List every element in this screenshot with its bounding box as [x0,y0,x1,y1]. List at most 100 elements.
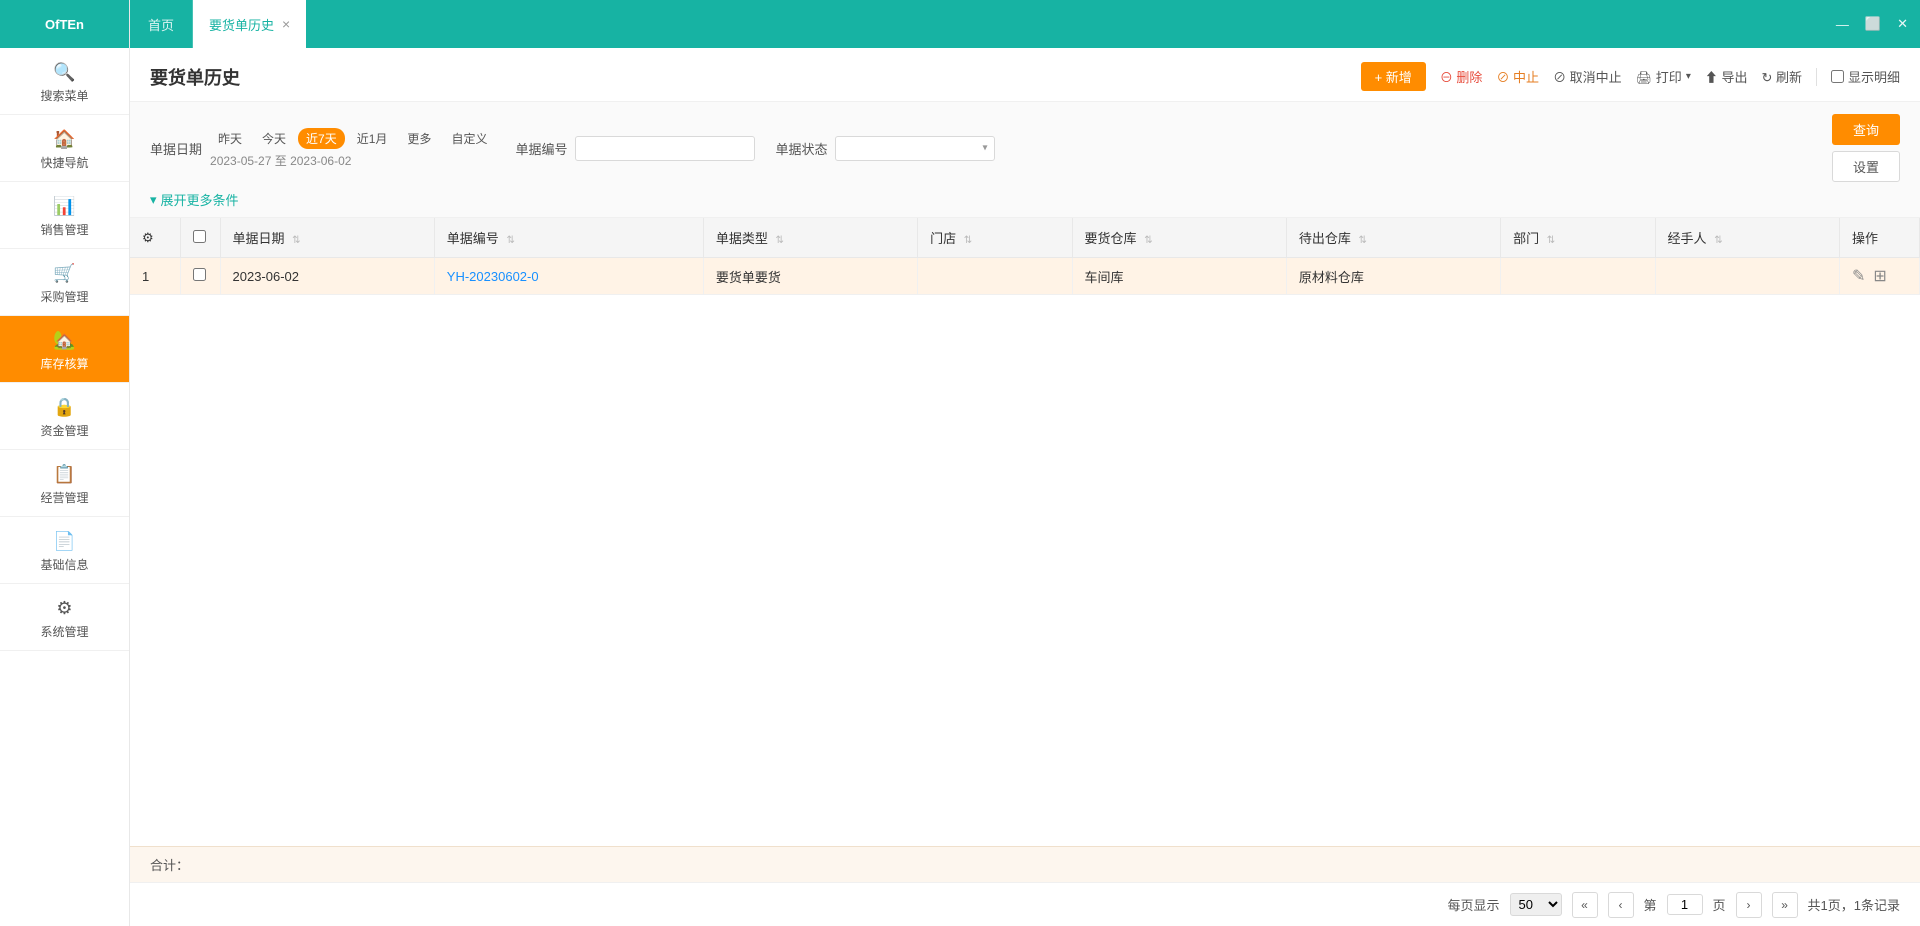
col-doc-type[interactable]: 单据类型 ⇅ [703,218,917,258]
date-filter-label: 单据日期 [150,139,202,158]
col-doc-number[interactable]: 单据编号 ⇅ [434,218,703,258]
cell-req-warehouse: 车间库 [1072,258,1286,295]
sidebar-item-system[interactable]: ⚙ 系统管理 [0,584,129,651]
sidebar-item-operation[interactable]: 📋 经营管理 [0,450,129,517]
close-btn[interactable]: ✕ [1897,16,1908,32]
new-button[interactable]: + 新增 [1361,62,1426,91]
date-range-display: 2023-05-27 至 2023-06-02 [210,152,495,169]
topbar: 首页 要货单历史 × — ⬜ ✕ [130,0,1920,48]
show-detail-toggle[interactable]: 显示明细 [1831,67,1900,86]
clipboard-icon: 📋 [53,464,75,485]
refresh-button[interactable]: ↻ 刷新 [1761,67,1802,86]
edit-action-icon[interactable]: ✎ [1852,266,1865,286]
sidebar-item-finance[interactable]: 🔒 资金管理 [0,383,129,450]
col-handler[interactable]: 经手人 ⇅ [1655,218,1839,258]
table-header-row: ⚙ 单据日期 ⇅ 单据编号 ⇅ [130,218,1920,258]
doc-number-link[interactable]: YH-20230602-0 [447,269,539,284]
sort-pending-warehouse-icon: ⇅ [1358,235,1366,246]
col-department[interactable]: 部门 ⇅ [1501,218,1655,258]
doc-status-label: 单据状态 [775,139,827,158]
per-page-label: 每页显示 [1447,895,1499,914]
tab-close-icon[interactable]: × [282,17,290,31]
filter-row: 单据日期 昨天 今天 近7天 近1月 更多 自定义 2023-05-27 至 2… [150,114,1900,182]
minimize-btn[interactable]: — [1836,17,1849,32]
sidebar-item-basic[interactable]: 📄 基础信息 [0,517,129,584]
date-btn-last7days[interactable]: 近7天 [298,128,345,149]
delete-button[interactable]: ⊖ 删除 [1440,67,1483,86]
cell-checkbox [180,258,220,295]
first-page-btn[interactable]: « [1572,892,1598,918]
cell-actions: ✎ ⊞ [1840,258,1920,295]
doc-icon: 📄 [53,531,75,552]
sort-department-icon: ⇅ [1547,235,1555,246]
doc-status-select[interactable] [835,136,995,161]
sort-doc-number-icon: ⇅ [506,235,514,246]
col-store[interactable]: 门店 ⇅ [918,218,1072,258]
data-table: ⚙ 单据日期 ⇅ 单据编号 ⇅ [130,218,1920,295]
date-filter-group: 单据日期 昨天 今天 近7天 近1月 更多 自定义 2023-05-27 至 2… [150,128,495,169]
expand-more-btn[interactable]: ▾ 展开更多条件 [150,190,1900,209]
cell-doc-number: YH-20230602-0 [434,258,703,295]
sidebar-item-quick-nav[interactable]: 🏠 快捷导航 [0,115,129,182]
page-label-end: 页 [1713,895,1726,914]
total-info: 共1页，1条记录 [1808,895,1900,914]
row-checkbox[interactable] [193,268,206,281]
cell-store [918,258,1072,295]
lock-icon: 🔒 [53,397,75,418]
sidebar: OfTEn 🔍 搜索菜单 🏠 快捷导航 📊 销售管理 🛒 采购管理 🏡 库存核算… [0,0,130,926]
col-doc-date[interactable]: 单据日期 ⇅ [220,218,434,258]
prev-page-btn[interactable]: ‹ [1608,892,1634,918]
per-page-select[interactable]: 10 20 50 100 [1510,893,1562,916]
table-footer: 合计： [130,846,1920,882]
doc-number-input[interactable] [575,136,755,161]
export-button[interactable]: ⬆ 导出 [1705,67,1748,86]
pagination: 每页显示 10 20 50 100 « ‹ 第 页 › » 共1页，1条记录 [130,882,1920,926]
cell-doc-type: 要货单要货 [703,258,917,295]
sidebar-item-purchase[interactable]: 🛒 采购管理 [0,249,129,316]
col-pending-warehouse[interactable]: 待出仓库 ⇅ [1286,218,1500,258]
toolbar-divider [1816,68,1817,86]
last-page-btn[interactable]: » [1772,892,1798,918]
date-btn-group: 昨天 今天 近7天 近1月 更多 自定义 [210,128,495,149]
query-button[interactable]: 查询 [1832,114,1900,145]
main-area: 首页 要货单历史 × — ⬜ ✕ 要货单历史 + 新增 ⊖ 删除 ⊘ 中止 ⊘ … [130,0,1920,926]
chart-icon: 📊 [53,196,75,217]
print-button[interactable]: 🖨 打印 ▾ [1636,67,1691,86]
home-icon: 🏠 [53,129,75,150]
app-logo: OfTEn [0,0,129,48]
house-icon: 🏡 [53,330,75,351]
doc-status-select-wrapper: ▾ [835,136,995,161]
cancel-stop-button[interactable]: ⊘ 取消中止 [1553,67,1622,86]
cell-handler [1655,258,1839,295]
copy-action-icon[interactable]: ⊞ [1873,266,1886,286]
select-all-checkbox[interactable] [193,230,206,243]
setting-button[interactable]: 设置 [1832,151,1900,182]
tab-home[interactable]: 首页 [130,0,193,48]
chevron-down-icon: ▾ [150,192,157,208]
date-btn-custom[interactable]: 自定义 [443,128,495,149]
cell-doc-date: 2023-06-02 [220,258,434,295]
settings-icon[interactable]: ⚙ [142,230,154,245]
date-btn-more[interactable]: 更多 [399,128,439,149]
col-req-warehouse[interactable]: 要货仓库 ⇅ [1072,218,1286,258]
show-detail-checkbox[interactable] [1831,70,1844,83]
col-checkbox [180,218,220,258]
page-number-input[interactable] [1667,894,1703,915]
next-page-btn[interactable]: › [1736,892,1762,918]
date-btn-yesterday[interactable]: 昨天 [210,128,250,149]
query-buttons: 查询 设置 [1832,114,1900,182]
page-title: 要货单历史 [150,64,1361,90]
maximize-btn[interactable]: ⬜ [1865,16,1881,32]
sidebar-item-inventory[interactable]: 🏡 库存核算 [0,316,129,383]
sidebar-item-sales[interactable]: 📊 销售管理 [0,182,129,249]
sort-req-warehouse-icon: ⇅ [1144,235,1152,246]
toolbar: + 新增 ⊖ 删除 ⊘ 中止 ⊘ 取消中止 🖨 打印 ▾ ⬆ 导出 ↻ 刷新 显… [1361,62,1900,91]
sidebar-item-search-menu[interactable]: 🔍 搜索菜单 [0,48,129,115]
stop-button[interactable]: ⊘ 中止 [1496,67,1539,86]
row-actions: ✎ ⊞ [1852,266,1907,286]
col-actions: 操作 [1840,218,1920,258]
date-btn-today[interactable]: 今天 [254,128,294,149]
date-btn-last1month[interactable]: 近1月 [349,128,396,149]
tab-requisition-history[interactable]: 要货单历史 × [193,0,306,48]
gear-icon: ⚙ [56,598,72,619]
